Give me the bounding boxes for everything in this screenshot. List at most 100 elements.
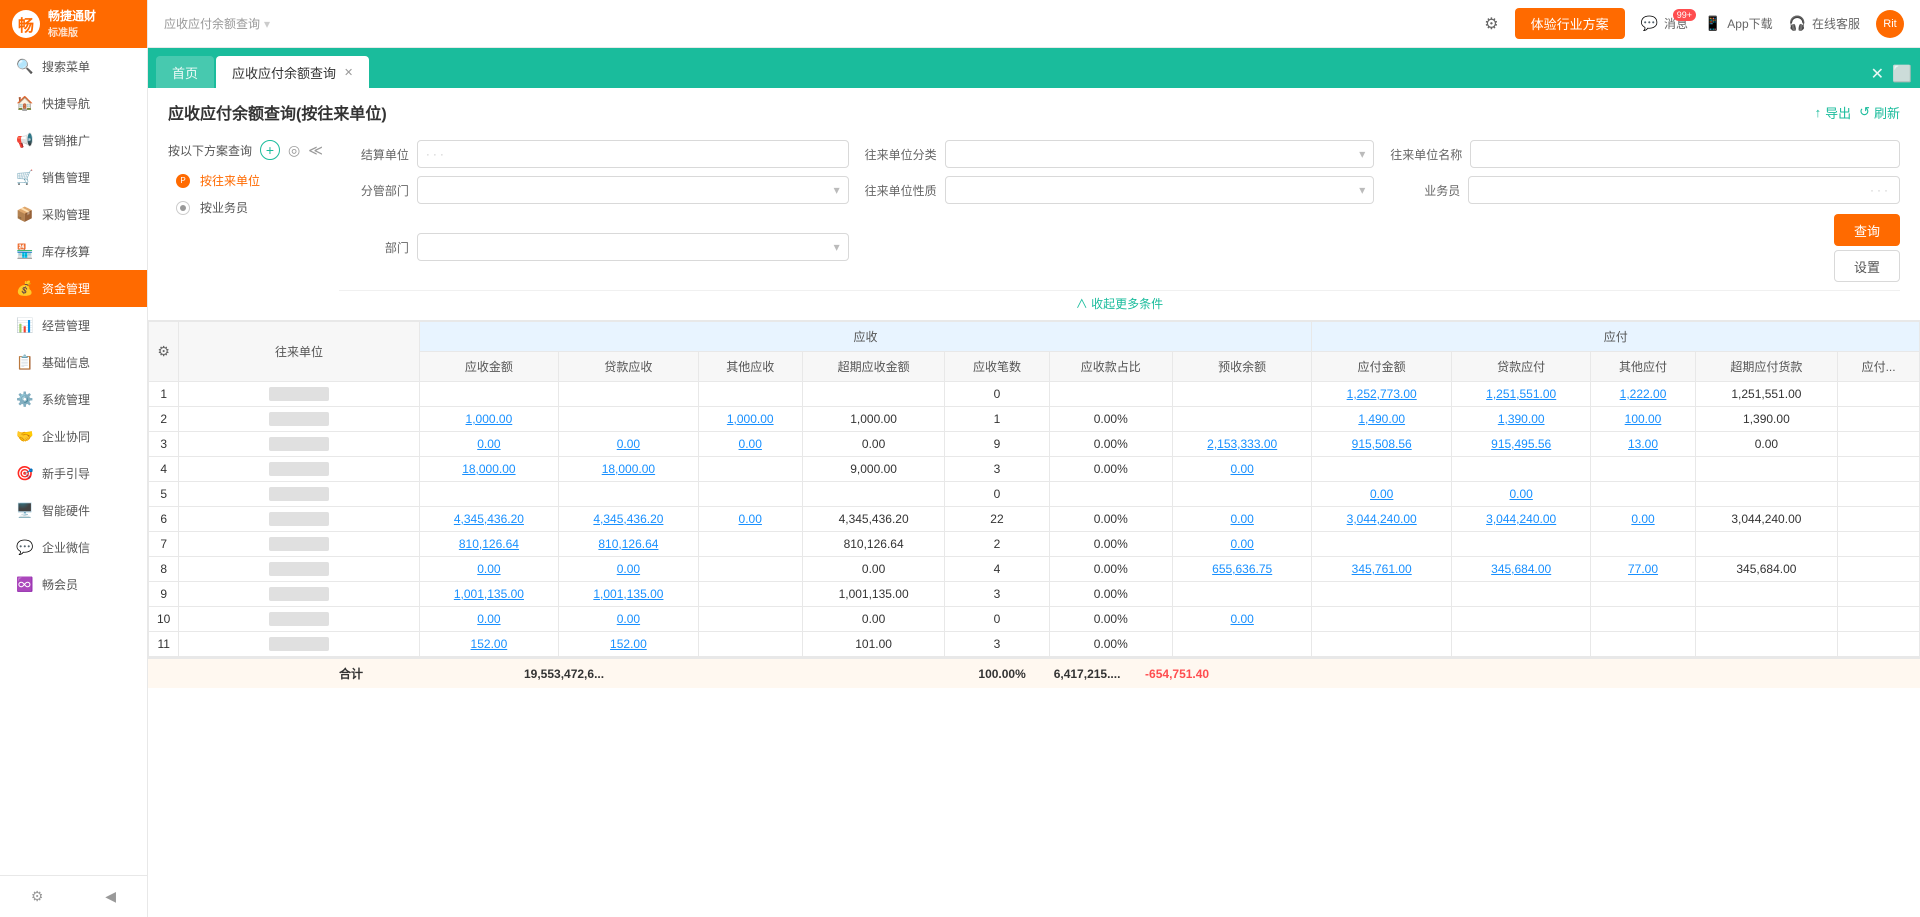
partner-category-input[interactable]: ▾ — [945, 140, 1375, 168]
table-cell[interactable]: 18,000.00 — [559, 457, 699, 482]
table-cell[interactable]: 3,044,240.00 — [1312, 507, 1452, 532]
table-cell[interactable]: 915,508.56 — [1312, 432, 1452, 457]
table-cell[interactable]: 0.00 — [559, 432, 699, 457]
tab-home[interactable]: 首页 — [156, 56, 214, 88]
dept-manager-input[interactable]: ▾ — [417, 176, 849, 204]
sidebar-item-inventory[interactable]: 🏪 库存核算 — [0, 233, 147, 270]
table-cell[interactable]: 1,252,773.00 — [1312, 382, 1452, 407]
sidebar-settings-btn[interactable]: ⚙ — [23, 884, 52, 909]
filter-nav-by-staff[interactable]: 按业务员 — [168, 195, 323, 220]
sidebar-item-wechat[interactable]: 💬 企业微信 — [0, 529, 147, 566]
collapse-more-btn[interactable]: ∧ 收起更多条件 — [339, 290, 1900, 316]
table-cell[interactable]: 0.00 — [1591, 507, 1695, 532]
table-cell[interactable]: 0.00 — [1312, 482, 1452, 507]
tab-maximize-btn[interactable]: ⬜ — [1892, 64, 1912, 84]
table-cell[interactable]: 1,000.00 — [698, 407, 802, 432]
table-cell[interactable]: 1,001,135.00 — [559, 582, 699, 607]
sidebar-item-purchase[interactable]: 📦 采购管理 — [0, 196, 147, 233]
table-cell — [1172, 407, 1312, 432]
sidebar-item-hardware[interactable]: 🖥️ 智能硬件 — [0, 492, 147, 529]
setting-button[interactable]: 设置 — [1834, 250, 1900, 282]
table-cell[interactable]: 1,390.00 — [1451, 407, 1591, 432]
table-cell[interactable]: 915,495.56 — [1451, 432, 1591, 457]
table-cell[interactable]: 1,251,551.00 — [1451, 382, 1591, 407]
table-cell[interactable]: 152.00 — [559, 632, 699, 657]
app-download-btn[interactable]: 📱 App下载 — [1704, 15, 1773, 32]
table-cell: 0.00% — [1049, 507, 1172, 532]
table-cell: 2 — [945, 532, 1049, 557]
online-service-btn[interactable]: 🎧 在线客服 — [1789, 15, 1860, 32]
table-area: ⚙ 往来单位 应收 应付 — [148, 321, 1920, 688]
sidebar-item-quick-nav[interactable]: 🏠 快捷导航 — [0, 85, 147, 122]
table-cell[interactable]: 1,222.00 — [1591, 382, 1695, 407]
table-cell: 101.00 — [802, 632, 945, 657]
table-cell[interactable]: 152.00 — [419, 632, 559, 657]
table-cell[interactable]: 4,345,436.20 — [559, 507, 699, 532]
table-cell[interactable]: 0.00 — [1172, 457, 1312, 482]
refresh-button[interactable]: ↺ 刷新 — [1859, 103, 1900, 122]
table-cell[interactable]: 0.00 — [1172, 532, 1312, 557]
sidebar-label-marketing: 营销推广 — [42, 132, 90, 149]
sidebar-item-operation[interactable]: 📊 经营管理 — [0, 307, 147, 344]
table-cell[interactable]: 0.00 — [559, 557, 699, 582]
salesperson-input[interactable]: ··· — [1468, 176, 1900, 204]
tab-close-icon[interactable]: ✕ — [344, 66, 353, 79]
filter-setting-icon[interactable]: ◎ — [288, 142, 300, 159]
filter-collapse-icon[interactable]: ≪ — [308, 142, 323, 159]
table-cell[interactable]: 0.00 — [698, 432, 802, 457]
settlement-input[interactable]: ··· — [417, 140, 849, 168]
table-cell[interactable]: 1,000.00 — [419, 407, 559, 432]
query-button[interactable]: 查询 — [1834, 214, 1900, 246]
table-cell[interactable]: 0.00 — [419, 557, 559, 582]
sidebar-item-sales[interactable]: 🛒 销售管理 — [0, 159, 147, 196]
sidebar-item-finance[interactable]: 💰 资金管理 — [0, 270, 147, 307]
sidebar-item-search[interactable]: 🔍 搜索菜单 — [0, 48, 147, 85]
table-cell — [698, 382, 802, 407]
sidebar-item-vip[interactable]: ♾️ 畅会员 — [0, 566, 147, 603]
sidebar-item-marketing[interactable]: 📢 营销推广 — [0, 122, 147, 159]
solution-button[interactable]: 体验行业方案 — [1515, 8, 1625, 39]
sidebar-item-basic-info[interactable]: 📋 基础信息 — [0, 344, 147, 381]
table-cell[interactable]: 77.00 — [1591, 557, 1695, 582]
sidebar-item-guide[interactable]: 🎯 新手引导 — [0, 455, 147, 492]
sidebar-collapse-btn[interactable]: ◀ — [97, 884, 124, 909]
table-cell[interactable]: 100.00 — [1591, 407, 1695, 432]
table-cell[interactable]: 345,684.00 — [1451, 557, 1591, 582]
table-cell[interactable]: 0.00 — [419, 607, 559, 632]
table-settings-icon[interactable]: ⚙ — [157, 343, 170, 359]
table-cell[interactable]: 18,000.00 — [419, 457, 559, 482]
table-cell[interactable]: 1,490.00 — [1312, 407, 1452, 432]
table-cell[interactable]: 0.00 — [559, 607, 699, 632]
sidebar-item-system[interactable]: ⚙️ 系统管理 — [0, 381, 147, 418]
notification-btn[interactable]: 💬 消息 99+ — [1641, 15, 1688, 32]
export-button[interactable]: ↑ 导出 — [1815, 103, 1852, 122]
table-cell[interactable]: 0.00 — [1172, 507, 1312, 532]
user-profile[interactable]: Rit — [1876, 10, 1904, 38]
table-cell — [1838, 582, 1920, 607]
table-cell[interactable]: 0.00 — [1172, 607, 1312, 632]
table-cell[interactable]: 3,044,240.00 — [1451, 507, 1591, 532]
table-cell[interactable]: 810,126.64 — [419, 532, 559, 557]
table-cell[interactable]: 0.00 — [698, 507, 802, 532]
table-cell[interactable]: 13.00 — [1591, 432, 1695, 457]
table-cell[interactable]: 810,126.64 — [559, 532, 699, 557]
breadcrumb-item[interactable]: 应收应付余额查询 — [164, 15, 260, 32]
partner-nature-input[interactable]: ▾ — [945, 176, 1375, 204]
settings-icon[interactable]: ⚙ — [1484, 14, 1498, 34]
filter-nav-by-partner[interactable]: P 按往来单位 — [168, 168, 323, 193]
table-cell[interactable]: 345,761.00 — [1312, 557, 1452, 582]
tab-close-window-btn[interactable]: ✕ — [1871, 64, 1884, 84]
table-cell[interactable]: 655,636.75 — [1172, 557, 1312, 582]
tab-ar-ap[interactable]: 应收应付余额查询 ✕ — [216, 56, 369, 88]
table-cell[interactable]: 4,345,436.20 — [419, 507, 559, 532]
table-cell[interactable]: 0.00 — [1451, 482, 1591, 507]
partner-name-input[interactable] — [1470, 140, 1900, 168]
table-cell[interactable]: 1,001,135.00 — [419, 582, 559, 607]
table-cell[interactable]: 2,153,333.00 — [1172, 432, 1312, 457]
sidebar-item-enterprise[interactable]: 🤝 企业协同 — [0, 418, 147, 455]
th-group-yingfu: 应付 — [1312, 322, 1920, 352]
th-ar-other: 其他应收 — [698, 352, 802, 382]
table-cell[interactable]: 0.00 — [419, 432, 559, 457]
dept-input[interactable]: ▾ — [417, 233, 849, 261]
filter-add-btn[interactable]: + — [260, 140, 280, 160]
